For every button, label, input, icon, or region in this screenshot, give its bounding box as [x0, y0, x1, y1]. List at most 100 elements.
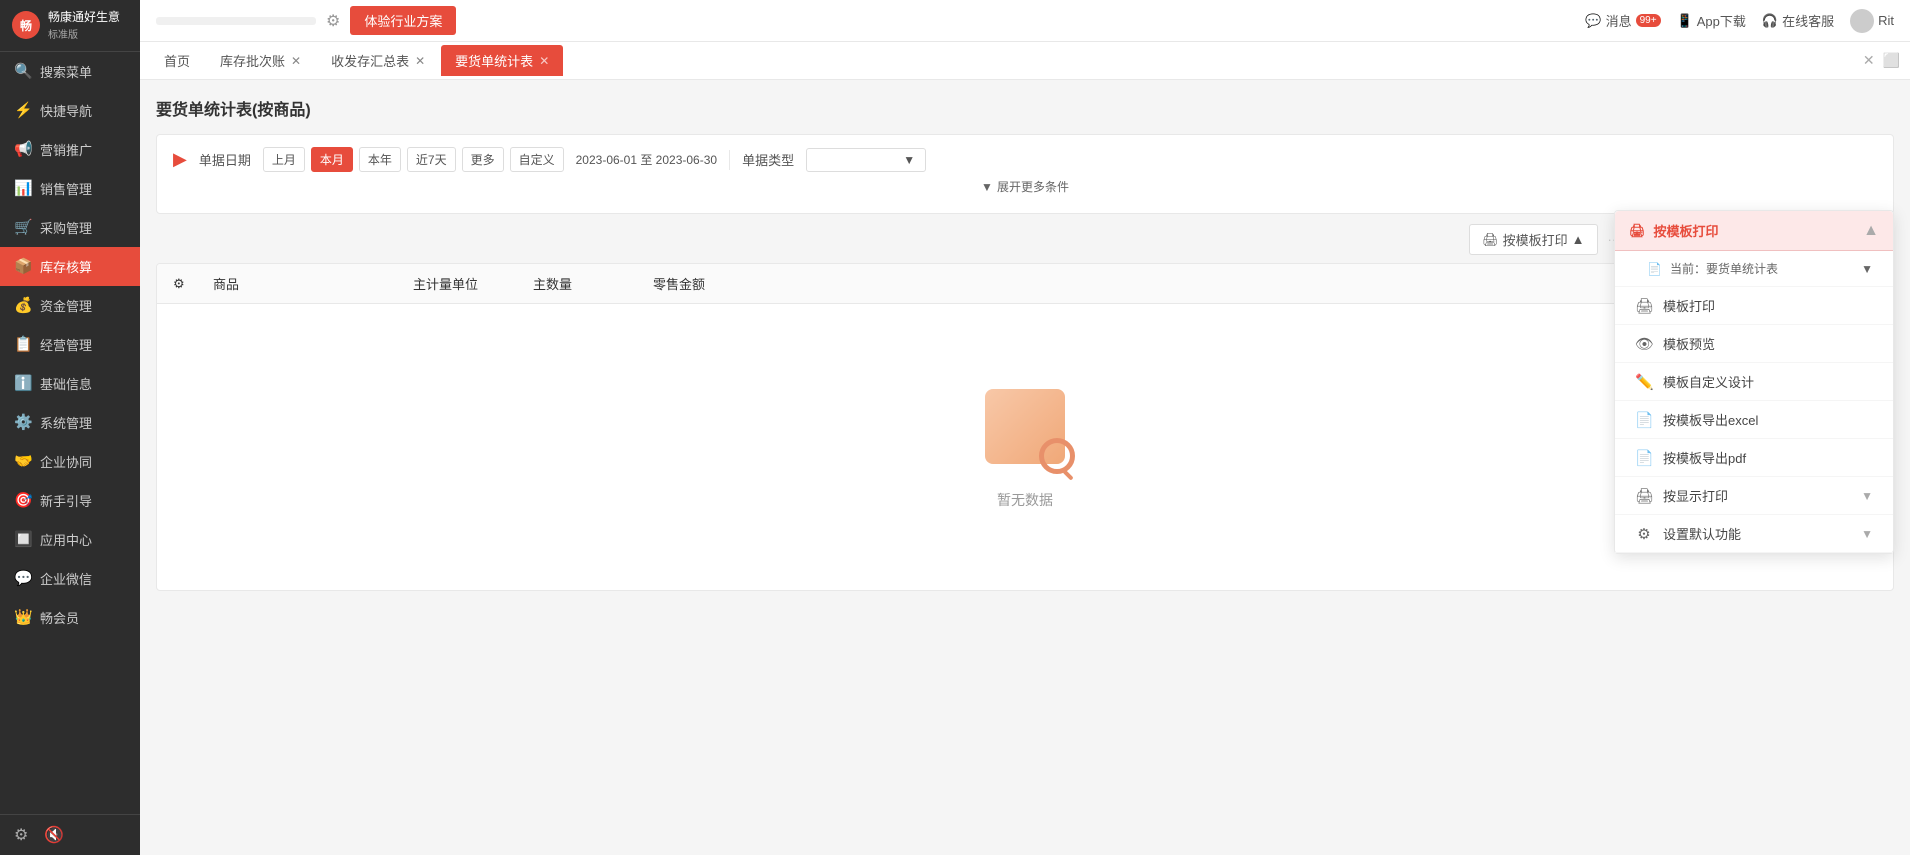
filter-area: ▶ 单据日期 上月 本月 本年 近7天 更多 自定义 2023-06-01 至 … — [156, 134, 1894, 214]
topbar: ⚙ 体验行业方案 💬 消息 99+ 📱 App下载 🎧 在线客服 Rit — [140, 0, 1910, 42]
chevron-up-icon: ▲ — [1572, 232, 1585, 247]
magnify-decoration — [1039, 438, 1075, 474]
dropdown-item-template-print[interactable]: 🖨 模板打印 — [1615, 287, 1893, 325]
sidebar-item-weixin[interactable]: 💬 企业微信 — [0, 559, 140, 598]
sidebar-item-label: 企业微信 — [40, 569, 92, 588]
corp-icon: 🤝 — [14, 452, 32, 470]
settings-footer-icon[interactable]: ⚙ — [14, 825, 28, 845]
sidebar-item-inventory[interactable]: 📦 库存核算 — [0, 247, 140, 286]
sidebar-item-label: 畅会员 — [40, 608, 79, 627]
sidebar-item-label: 资金管理 — [40, 296, 92, 315]
sidebar-item-label: 销售管理 — [40, 179, 92, 198]
empty-icon — [975, 384, 1075, 474]
expand-more-btn[interactable]: ▼ 展开更多条件 — [173, 172, 1877, 201]
th-product: 商品 — [197, 274, 397, 293]
sidebar-logo: 畅 畅康通好生意 标准版 — [0, 0, 140, 52]
filter-divider — [729, 150, 730, 170]
template-print-label: 模板打印 — [1663, 296, 1715, 315]
online-service-item[interactable]: 🎧 在线客服 — [1762, 11, 1834, 30]
date-btn-last-month[interactable]: 上月 — [263, 147, 305, 172]
dropdown-title: 按模板打印 — [1654, 221, 1719, 240]
dropdown-current-template[interactable]: 📄 当前：要货单统计表 ▼ — [1615, 251, 1893, 287]
th-unit: 主计量单位 — [397, 274, 517, 293]
sidebar-item-label: 新手引导 — [40, 491, 92, 510]
sidebar-item-finance[interactable]: 💰 资金管理 — [0, 286, 140, 325]
phone-icon: 📱 — [1677, 13, 1693, 29]
current-template-label: 当前：要货单统计表 — [1670, 260, 1778, 277]
sidebar-item-apps[interactable]: 🔲 应用中心 — [0, 520, 140, 559]
sidebar-item-corp[interactable]: 🤝 企业协同 — [0, 442, 140, 481]
dropdown-header: 🖨 按模板打印 ▲ — [1615, 211, 1893, 251]
message-badge: 99+ — [1636, 14, 1661, 27]
volume-footer-icon[interactable]: 🔇 — [44, 825, 64, 845]
tab-close-order-stats[interactable]: ✕ — [539, 54, 549, 68]
purchase-icon: 🛒 — [14, 218, 32, 236]
date-btn-current-year[interactable]: 本年 — [359, 147, 401, 172]
logo-name: 畅康通好生意 — [48, 10, 120, 26]
template-print-icon: 🖨 — [1635, 297, 1653, 315]
template-design-label: 模板自定义设计 — [1663, 372, 1754, 391]
current-template-icon: 📄 — [1647, 262, 1662, 276]
logo-badge: 标准版 — [48, 26, 120, 41]
display-print-icon: 🖨 — [1635, 487, 1653, 505]
dropdown-item-template-design[interactable]: ✏️ 模板自定义设计 — [1615, 363, 1893, 401]
tab-close-window-icon[interactable]: ✕ — [1863, 52, 1875, 69]
template-preview-label: 模板预览 — [1663, 334, 1715, 353]
logo-icon: 畅 — [12, 11, 40, 39]
marketing-icon: 📢 — [14, 140, 32, 158]
date-btn-more[interactable]: 更多 — [462, 147, 504, 172]
tab-expand-window-icon[interactable]: ⬜ — [1883, 52, 1900, 69]
dropdown-item-display-print[interactable]: 🖨 按显示打印 ▼ — [1615, 477, 1893, 515]
filter-expand-icon[interactable]: ▶ — [173, 149, 187, 170]
dropdown-close-icon[interactable]: ▲ — [1863, 222, 1879, 240]
tab-close-inventory-batch[interactable]: ✕ — [291, 54, 301, 68]
search-icon: 🔍 — [14, 62, 32, 80]
dropdown-item-template-excel[interactable]: 📄 按模板导出excel — [1615, 401, 1893, 439]
template-excel-icon: 📄 — [1635, 411, 1653, 429]
app-download-item[interactable]: 📱 App下载 — [1677, 11, 1746, 30]
template-pdf-label: 按模板导出pdf — [1663, 448, 1746, 467]
sidebar-item-member[interactable]: 👑 畅会员 — [0, 598, 140, 637]
apps-icon: 🔲 — [14, 530, 32, 548]
app-download-label: App下载 — [1697, 11, 1746, 30]
sidebar-nav: 🔍 搜索菜单 ⚡ 快捷导航 📢 营销推广 📊 销售管理 🛒 采购管理 📦 库存核… — [0, 52, 140, 814]
date-btn-current-month[interactable]: 本月 — [311, 147, 353, 172]
date-btn-custom[interactable]: 自定义 — [510, 147, 564, 172]
tab-collect-summary[interactable]: 收发存汇总表 ✕ — [317, 45, 439, 76]
print-template-button[interactable]: 🖨 按模板打印 ▲ — [1469, 224, 1597, 255]
date-options: 上月 本月 本年 近7天 更多 自定义 — [263, 147, 564, 172]
tab-home[interactable]: 首页 — [150, 45, 204, 76]
display-print-label: 按显示打印 — [1663, 486, 1728, 505]
tab-order-stats[interactable]: 要货单统计表 ✕ — [441, 45, 563, 76]
sidebar-item-operation[interactable]: 📋 经营管理 — [0, 325, 140, 364]
dropdown-item-template-pdf[interactable]: 📄 按模板导出pdf — [1615, 439, 1893, 477]
message-item[interactable]: 💬 消息 99+ — [1585, 11, 1660, 30]
quick-nav-icon: ⚡ — [14, 101, 32, 119]
sidebar-item-search[interactable]: 🔍 搜索菜单 — [0, 52, 140, 91]
sidebar-item-quick-nav[interactable]: ⚡ 快捷导航 — [0, 91, 140, 130]
date-range-display: 2023-06-01 至 2023-06-30 — [576, 151, 717, 168]
dropdown-item-template-preview[interactable]: 👁 模板预览 — [1615, 325, 1893, 363]
sidebar-item-system[interactable]: ⚙️ 系统管理 — [0, 403, 140, 442]
collect-summary-label: 收发存汇总表 — [331, 51, 409, 70]
doc-type-select[interactable]: ▼ — [806, 148, 926, 172]
trial-industry-button[interactable]: 体验行业方案 — [350, 6, 456, 35]
dropdown-item-default-func[interactable]: ⚙ 设置默认功能 ▼ — [1615, 515, 1893, 553]
tab-inventory-batch[interactable]: 库存批次账 ✕ — [206, 45, 315, 76]
sidebar-item-marketing[interactable]: 📢 营销推广 — [0, 130, 140, 169]
weixin-icon: 💬 — [14, 569, 32, 587]
sidebar-item-purchase[interactable]: 🛒 采购管理 — [0, 208, 140, 247]
topbar-settings-icon[interactable]: ⚙ — [326, 11, 340, 31]
sidebar-item-sales[interactable]: 📊 销售管理 — [0, 169, 140, 208]
sales-icon: 📊 — [14, 179, 32, 197]
sidebar-item-label: 基础信息 — [40, 374, 92, 393]
sidebar-item-label: 快捷导航 — [40, 101, 92, 120]
tab-close-collect-summary[interactable]: ✕ — [415, 54, 425, 68]
default-func-icon: ⚙ — [1635, 525, 1653, 543]
user-avatar-item[interactable]: Rit — [1850, 9, 1894, 33]
sidebar-item-guide[interactable]: 🎯 新手引导 — [0, 481, 140, 520]
th-settings[interactable]: ⚙ — [157, 276, 197, 292]
date-btn-7days[interactable]: 近7天 — [407, 147, 456, 172]
online-service-label: 在线客服 — [1782, 11, 1834, 30]
sidebar-item-basic[interactable]: ℹ️ 基础信息 — [0, 364, 140, 403]
